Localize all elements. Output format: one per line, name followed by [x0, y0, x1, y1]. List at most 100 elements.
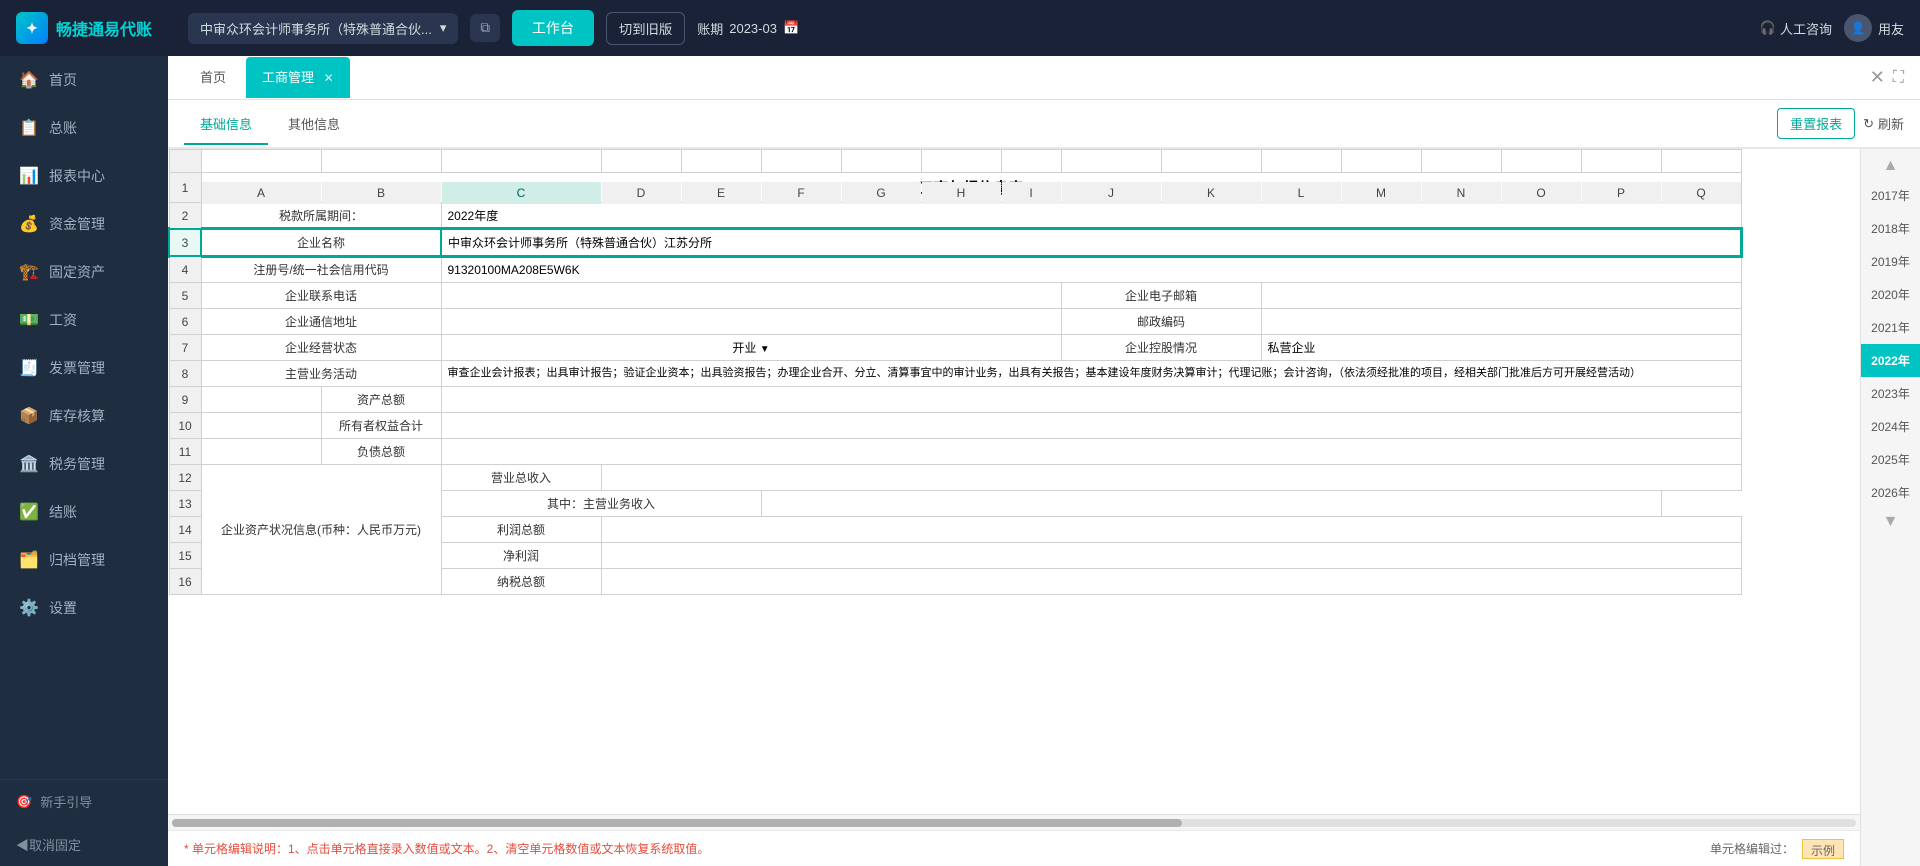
biz-status-value[interactable]: 开业 ▼ — [441, 335, 1061, 361]
workbench-button[interactable]: 工作台 — [512, 10, 594, 46]
table-row: 8 主营业务活动 审查企业会计报表；出具审计报告；验证企业资本；出具验资报告；办… — [169, 361, 1741, 387]
sidebar-label-ledger: 总账 — [49, 118, 77, 138]
col-G-header[interactable]: G — [841, 181, 921, 204]
year-2026[interactable]: 2026年 — [1861, 476, 1920, 509]
col-H-header[interactable]: H — [921, 181, 1001, 204]
year-2024[interactable]: 2024年 — [1861, 410, 1920, 443]
tab-bar: 首页 工商管理 ✕ ✕ ⛶ — [168, 56, 1920, 100]
year-2020[interactable]: 2020年 — [1861, 278, 1920, 311]
sidebar-item-home[interactable]: 🏠 首页 — [0, 56, 168, 104]
company-name-value[interactable]: 中审众环会计师事务所（特殊普通合伙）江苏分所 — [441, 229, 1741, 256]
sidebar-item-finance[interactable]: 💰 资金管理 — [0, 200, 168, 248]
liabilities-value[interactable] — [441, 439, 1741, 465]
total-revenue-value[interactable] — [601, 465, 1741, 491]
main-revenue-value[interactable] — [761, 491, 1661, 517]
row-15-header: 15 — [169, 543, 201, 569]
sidebar-item-settings[interactable]: ⚙️ 设置 — [0, 584, 168, 632]
col-D-header[interactable]: D — [601, 181, 681, 204]
sidebar-label-inventory: 库存核算 — [49, 406, 105, 426]
year-2017[interactable]: 2017年 — [1861, 179, 1920, 212]
email-label: 企业电子邮箱 — [1061, 283, 1261, 309]
horizontal-scrollbar[interactable] — [168, 814, 1860, 830]
col-M-header[interactable]: M — [1341, 181, 1421, 204]
sidebar-item-assets[interactable]: 🏗️ 固定资产 — [0, 248, 168, 296]
sidebar-item-salary[interactable]: 💵 工资 — [0, 296, 168, 344]
tax-period-value[interactable]: 2022年度 — [441, 203, 1741, 230]
biz-status-label: 企业经营状态 — [201, 335, 441, 361]
col-E-header[interactable]: E — [681, 181, 761, 204]
table-row: 4 注册号/统一社会信用代码 91320100MA208E5W6K — [169, 256, 1741, 283]
equity-value[interactable] — [441, 413, 1741, 439]
col-F-header[interactable]: F — [761, 181, 841, 204]
sidebar-item-archive[interactable]: 🗂️ 归档管理 — [0, 536, 168, 584]
year-2025[interactable]: 2025年 — [1861, 443, 1920, 476]
postcode-value[interactable] — [1261, 309, 1741, 335]
sidebar-label-home: 首页 — [49, 70, 77, 90]
window-expand-button[interactable]: ⛶ — [1893, 67, 1904, 88]
total-assets-value[interactable] — [441, 387, 1741, 413]
tab-business-mgmt[interactable]: 工商管理 ✕ — [246, 57, 350, 98]
user-area[interactable]: 👤 用友 — [1844, 14, 1904, 42]
total-profit-value[interactable] — [601, 517, 1741, 543]
reports-icon: 📊 — [19, 166, 39, 186]
scroll-thumb[interactable] — [172, 819, 1182, 827]
period-label: 账期 — [697, 19, 723, 38]
col-K-header[interactable]: K — [1161, 181, 1261, 204]
calendar-icon[interactable]: 📅 — [783, 20, 799, 36]
spreadsheet-main: A B C D E F G H I J — [168, 149, 1860, 866]
col-Q-header[interactable]: Q — [1661, 181, 1741, 204]
total-tax-label: 纳税总额 — [441, 569, 601, 595]
reg-no-value[interactable]: 91320100MA208E5W6K — [441, 256, 1741, 283]
tab-home[interactable]: 首页 — [184, 57, 242, 98]
total-tax-value[interactable] — [601, 569, 1741, 595]
refresh-button[interactable]: ↻ 刷新 — [1863, 114, 1904, 133]
year-2023[interactable]: 2023年 — [1861, 377, 1920, 410]
new-guide-button[interactable]: 🎯 新手引导 — [0, 780, 168, 823]
cancel-pin-button[interactable]: ◀取消固定 — [0, 823, 168, 866]
reset-report-button[interactable]: 重置报表 — [1777, 108, 1855, 139]
row-13-header: 13 — [169, 491, 201, 517]
sidebar-item-tax[interactable]: 🏛️ 税务管理 — [0, 440, 168, 488]
spreadsheet-scroll[interactable]: A B C D E F G H I J — [168, 149, 1860, 814]
old-version-button[interactable]: 切到旧版 — [606, 12, 685, 45]
address-value[interactable] — [441, 309, 1061, 335]
col-O-header[interactable]: O — [1501, 181, 1581, 204]
close-period-icon: ✅ — [19, 502, 39, 522]
year-down-button[interactable]: ▼ — [1861, 509, 1920, 535]
year-2019[interactable]: 2019年 — [1861, 245, 1920, 278]
holding-value[interactable]: 私营企业 — [1261, 335, 1741, 361]
col-I-header[interactable]: I — [1001, 181, 1061, 204]
sidebar-item-ledger[interactable]: 📋 总账 — [0, 104, 168, 152]
year-up-button[interactable]: ▲ — [1861, 153, 1920, 179]
status-bar: * 单元格编辑说明：1、点击单元格直接录入数值或文本。2、清空单元格数值或文本恢… — [168, 830, 1860, 866]
net-profit-value[interactable] — [601, 543, 1741, 569]
row-16-header: 16 — [169, 569, 201, 595]
sidebar-item-close[interactable]: ✅ 结账 — [0, 488, 168, 536]
support-button[interactable]: 🎧 人工咨询 — [1760, 19, 1832, 38]
year-2022[interactable]: 2022年 — [1861, 344, 1920, 377]
sidebar-item-invoice[interactable]: 🧾 发票管理 — [0, 344, 168, 392]
tab-close-icon[interactable]: ✕ — [324, 71, 334, 85]
year-2018[interactable]: 2018年 — [1861, 212, 1920, 245]
copy-button[interactable]: ⧉ — [470, 14, 500, 42]
new-guide-label: 新手引导 — [40, 792, 92, 811]
col-J-header[interactable]: J — [1061, 181, 1161, 204]
table-row: 5 企业联系电话 企业电子邮箱 — [169, 283, 1741, 309]
col-B-header[interactable]: B — [321, 181, 441, 204]
company-selector[interactable]: 中审众环会计师事务所（特殊普通合伙... ▾ — [188, 13, 458, 44]
year-2021[interactable]: 2021年 — [1861, 311, 1920, 344]
sidebar-item-inventory[interactable]: 📦 库存核算 — [0, 392, 168, 440]
email-value[interactable] — [1261, 283, 1741, 309]
assets-icon: 🏗️ — [19, 262, 39, 282]
col-P-header[interactable]: P — [1581, 181, 1661, 204]
contact-phone-value[interactable] — [441, 283, 1061, 309]
col-C-header[interactable]: C — [441, 181, 601, 204]
col-A-header[interactable]: A — [201, 181, 321, 204]
sidebar-item-reports[interactable]: 📊 报表中心 — [0, 152, 168, 200]
col-N-header[interactable]: N — [1421, 181, 1501, 204]
col-L-header[interactable]: L — [1261, 181, 1341, 204]
window-close-button[interactable]: ✕ — [1870, 67, 1885, 88]
main-biz-value[interactable]: 审查企业会计报表；出具审计报告；验证企业资本；出具验资报告；办理企业合开、分立、… — [441, 361, 1741, 387]
sub-tab-other[interactable]: 其他信息 — [272, 104, 356, 145]
sub-tab-basic[interactable]: 基础信息 — [184, 104, 268, 145]
